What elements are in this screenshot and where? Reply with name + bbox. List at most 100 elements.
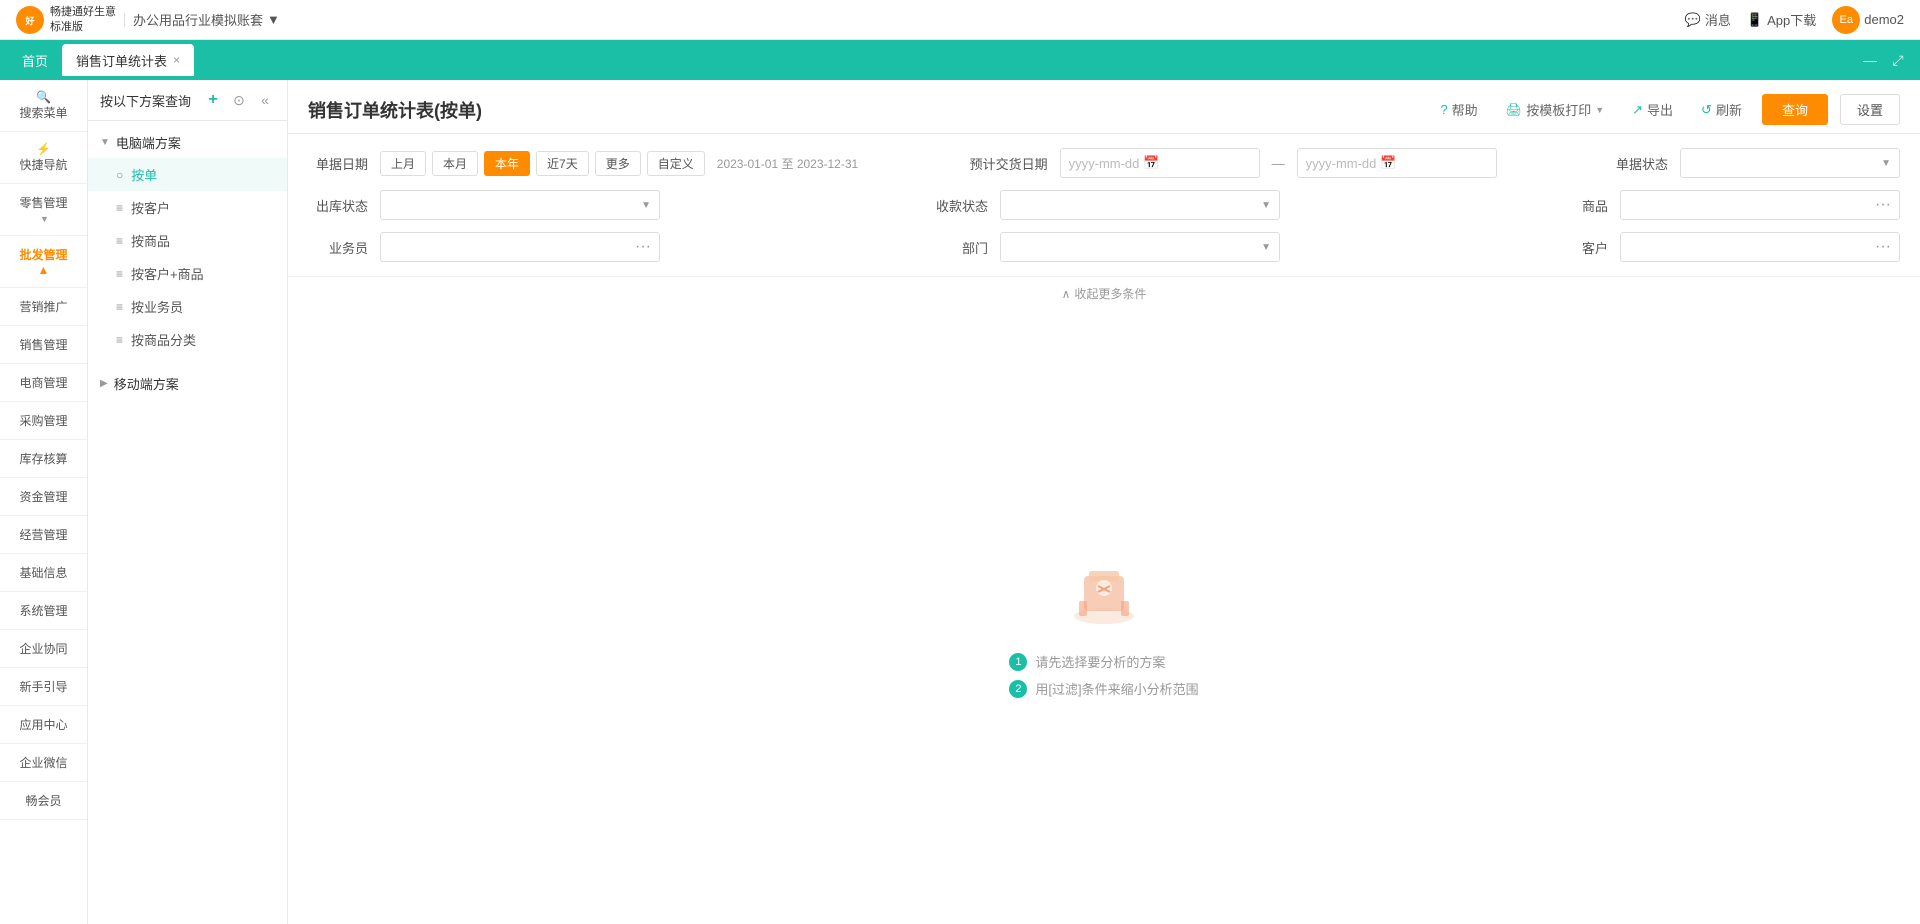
sidebar-item-member[interactable]: 畅会员 xyxy=(0,782,87,820)
sidebar-item-search[interactable]: 🔍 搜索菜单 xyxy=(0,80,87,132)
pc-scheme-section: ▼ 电脑端方案 ○ 按单 ≡ 按客户 ≡ 按商品 ≡ 按客户+商品 xyxy=(88,121,287,362)
sidebar-item-wechat[interactable]: 企业微信 xyxy=(0,744,87,782)
bar-chart-icon: ≡ xyxy=(116,300,123,314)
logo-icon: 好 xyxy=(16,6,44,34)
mobile-scheme-header[interactable]: ▶ 移动端方案 xyxy=(88,368,287,399)
status-select[interactable]: ▼ xyxy=(1680,148,1900,178)
export-icon: ↗ xyxy=(1632,102,1643,118)
hint-num-2: 2 xyxy=(1009,680,1027,698)
date-range-text: 2023-01-01 至 2023-12-31 xyxy=(717,155,858,172)
left-panel: 按以下方案查询 + ⊙ « ▼ 电脑端方案 ○ 按单 ≡ 按客户 xyxy=(88,80,288,924)
filter-row-3: 业务员 ··· 部门 ▼ 客户 ··· xyxy=(308,232,1900,262)
sidebar-item-sales[interactable]: 销售管理 xyxy=(0,326,87,364)
chevron-down-icon: ▼ xyxy=(1261,242,1271,253)
sidebar-item-operations[interactable]: 经营管理 xyxy=(0,516,87,554)
sidebar-item-newuser[interactable]: 新手引导 xyxy=(0,668,87,706)
department-label: 部门 xyxy=(928,238,988,257)
chevron-up-icon: ∧ xyxy=(1062,287,1071,301)
date-btn-7days[interactable]: 近7天 xyxy=(536,151,589,176)
tab-active[interactable]: 销售订单统计表 × xyxy=(62,44,194,76)
user-profile[interactable]: Ea demo2 xyxy=(1832,6,1904,34)
collapse-btn[interactable]: ∧ 收起更多条件 xyxy=(1062,285,1147,302)
sidebar-item-retail[interactable]: 零售管理 xyxy=(0,184,87,236)
sidebar-item-basic-info[interactable]: 基础信息 xyxy=(0,554,87,592)
hint-num-1: 1 xyxy=(1009,653,1027,671)
sidebar-item-apps[interactable]: 应用中心 xyxy=(0,706,87,744)
date-btn-last-month[interactable]: 上月 xyxy=(380,151,426,176)
payment-status-select[interactable]: ▼ xyxy=(1000,190,1280,220)
chevron-down-icon: ▼ xyxy=(267,12,280,27)
scheme-item-by-goods[interactable]: ≡ 按商品 xyxy=(88,224,287,257)
chevron-down-icon: ▼ xyxy=(100,137,110,148)
left-panel-actions: + ⊙ « xyxy=(203,90,275,110)
department-select[interactable]: ▼ xyxy=(1000,232,1280,262)
tab-bar-controls: — ⤢ xyxy=(1860,50,1908,70)
sidebar-item-enterprise[interactable]: 企业协同 xyxy=(0,630,87,668)
sidebar-item-quick-nav[interactable]: ⚡ 快捷导航 xyxy=(0,132,87,184)
help-btn[interactable]: ? 帮助 xyxy=(1432,96,1485,123)
expected-date-end-input[interactable]: yyyy-mm-dd 📅 xyxy=(1297,148,1497,178)
sidebar-item-inventory[interactable]: 库存核算 xyxy=(0,440,87,478)
avatar: Ea xyxy=(1832,6,1860,34)
date-btn-custom[interactable]: 自定义 xyxy=(647,151,705,176)
refresh-btn[interactable]: ↺ 刷新 xyxy=(1693,96,1750,123)
filter-row-2: 出库状态 ▼ 收款状态 ▼ 商品 ··· xyxy=(308,190,1900,220)
tab-close-icon[interactable]: × xyxy=(173,53,180,67)
calendar-icon: 📅 xyxy=(1143,155,1159,171)
phone-icon: 📱 xyxy=(1747,12,1763,28)
sidebar-item-wholesale[interactable]: 批发管理 ▲ xyxy=(0,236,87,288)
scheme-item-by-customer[interactable]: ≡ 按客户 xyxy=(88,191,287,224)
scheme-item-by-salesperson[interactable]: ≡ 按业务员 xyxy=(88,290,287,323)
date-btn-this-year[interactable]: 本年 xyxy=(484,151,530,176)
scheme-item-by-order[interactable]: ○ 按单 xyxy=(88,158,287,191)
customer-label: 客户 xyxy=(1548,238,1608,257)
collapse-panel-btn[interactable]: « xyxy=(255,90,275,110)
status-label: 单据状态 xyxy=(1608,154,1668,173)
sidebar-item-system[interactable]: 系统管理 xyxy=(0,592,87,630)
collapse-bar[interactable]: ∧ 收起更多条件 xyxy=(288,276,1920,310)
more-icon[interactable]: ··· xyxy=(1875,196,1891,214)
app-download-btn[interactable]: 📱 App下载 xyxy=(1747,10,1816,29)
date-label: 单据日期 xyxy=(308,154,368,173)
salesperson-label: 业务员 xyxy=(308,238,368,257)
message-btn[interactable]: 💬 消息 xyxy=(1685,10,1731,29)
query-btn[interactable]: 查询 xyxy=(1762,94,1828,125)
mobile-scheme-section: ▶ 移动端方案 xyxy=(88,362,287,405)
content-area: 按以下方案查询 + ⊙ « ▼ 电脑端方案 ○ 按单 ≡ 按客户 xyxy=(88,80,1920,924)
ship-status-select[interactable]: ▼ xyxy=(380,190,660,220)
calendar-icon: 📅 xyxy=(1380,155,1396,171)
table-icon: ≡ xyxy=(116,333,123,347)
add-scheme-btn[interactable]: + xyxy=(203,90,223,110)
empty-illustration xyxy=(1054,536,1154,636)
date-dash: — xyxy=(1272,156,1285,171)
scheme-item-by-customer-goods[interactable]: ≡ 按客户+商品 xyxy=(88,257,287,290)
logo-text: 畅捷通好生意 标准版 xyxy=(50,5,116,34)
sidebar-item-purchase[interactable]: 采购管理 xyxy=(0,402,87,440)
print-btn[interactable]: 🖨 按模板打印 xyxy=(1498,96,1612,123)
export-btn[interactable]: ↗ 导出 xyxy=(1624,96,1681,123)
company-selector[interactable]: 办公用品行业模拟账套 ▼ xyxy=(133,10,280,29)
pc-scheme-header[interactable]: ▼ 电脑端方案 xyxy=(88,127,287,158)
empty-hints: 1 请先选择要分析的方案 2 用[过滤]条件来缩小分析范围 xyxy=(1009,652,1198,698)
date-btn-more[interactable]: 更多 xyxy=(595,151,641,176)
hint-item-1: 1 请先选择要分析的方案 xyxy=(1009,652,1198,671)
sidebar-item-ecommerce[interactable]: 电商管理 xyxy=(0,364,87,402)
settings-btn[interactable]: 设置 xyxy=(1840,94,1900,125)
chevron-down-icon: ▼ xyxy=(1261,200,1271,211)
sidebar-item-finance[interactable]: 资金管理 xyxy=(0,478,87,516)
tab-home[interactable]: 首页 xyxy=(8,44,62,76)
more-icon[interactable]: ··· xyxy=(1875,238,1891,256)
minimize-icon[interactable]: — xyxy=(1860,50,1880,70)
date-btn-this-month[interactable]: 本月 xyxy=(432,151,478,176)
more-icon[interactable]: ··· xyxy=(635,238,651,256)
list-icon: ≡ xyxy=(116,201,123,215)
expand-icon[interactable]: ⤢ xyxy=(1888,50,1908,70)
goods-select[interactable]: ··· xyxy=(1620,190,1900,220)
scheme-item-by-category[interactable]: ≡ 按商品分类 xyxy=(88,323,287,356)
customer-select[interactable]: ··· xyxy=(1620,232,1900,262)
settings-scheme-btn[interactable]: ⊙ xyxy=(229,90,249,110)
sidebar-item-marketing[interactable]: 营销推广 xyxy=(0,288,87,326)
expected-date-start-input[interactable]: yyyy-mm-dd 📅 xyxy=(1060,148,1260,178)
salesperson-select[interactable]: ··· xyxy=(380,232,660,262)
list-icon: ≡ xyxy=(116,267,123,281)
